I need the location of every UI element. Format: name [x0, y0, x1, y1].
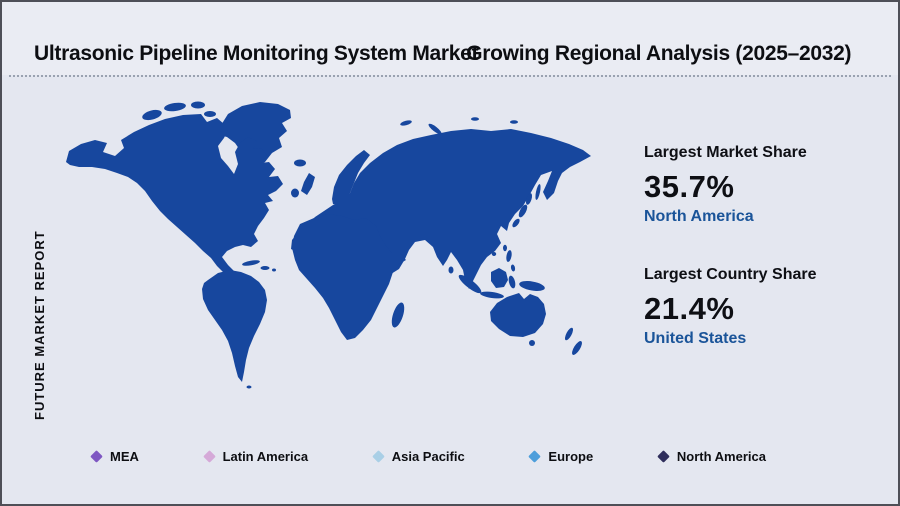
stat-value: 35.7% [644, 169, 735, 204]
map-iceland [294, 159, 306, 167]
legend-item-latin-america: Latin America [202, 449, 309, 464]
map-java [480, 291, 504, 299]
world-map-landmass [66, 101, 591, 389]
diamond-marker-icon [371, 450, 385, 463]
stats-panel: Largest Market Share 35.7% North America… [644, 144, 894, 348]
legend-item-mea: MEA [90, 449, 139, 464]
map-philippines [506, 250, 512, 262]
legend: MEA Latin America Asia Pacific Europe No… [90, 449, 766, 464]
map-cuba [242, 260, 260, 266]
stat-region: United States [644, 330, 747, 347]
diamond-marker-icon [202, 450, 216, 463]
stat-value: 21.4% [644, 291, 735, 326]
legend-label: Asia Pacific [391, 449, 465, 464]
map-south-america [202, 270, 267, 382]
stat-label: Largest Country Share [644, 266, 817, 283]
map-tasmania [529, 340, 535, 346]
stat-largest-market-share: Largest Market Share 35.7% North America [644, 144, 894, 226]
stat-largest-country-share: Largest Country Share 21.4% United State… [644, 266, 894, 348]
map-australia [490, 293, 546, 337]
legend-item-asia-pacific: Asia Pacific [371, 449, 465, 464]
legend-item-europe: Europe [528, 449, 594, 464]
map-madagascar [391, 302, 405, 328]
page-title: Ultrasonic Pipeline Monitoring System Ma… [34, 42, 851, 66]
legend-item-north-america: North America [657, 449, 766, 464]
infographic-page: Ultrasonic Pipeline Monitoring System Ma… [0, 0, 900, 506]
map-new-guinea [519, 281, 545, 291]
diamond-marker-icon [90, 450, 103, 463]
page-title-analysis: Growing Regional Analysis (2025–2032) [466, 42, 852, 65]
diamond-marker-icon [528, 450, 542, 463]
brand-vertical-label: FUTURE MARKET REPORT [32, 230, 47, 420]
page-title-market: Ultrasonic Pipeline Monitoring System Ma… [34, 42, 479, 65]
world-map [66, 101, 591, 389]
legend-label: North America [676, 449, 766, 464]
map-new-zealand [564, 327, 574, 341]
dotted-divider [9, 75, 891, 77]
legend-label: MEA [110, 449, 139, 464]
map-sulawesi [508, 275, 516, 289]
legend-label: Europe [548, 449, 594, 464]
map-north-america [66, 114, 283, 295]
legend-label: Latin America [222, 449, 309, 464]
map-borneo [491, 268, 508, 288]
diamond-marker-icon [657, 450, 670, 463]
stat-label: Largest Market Share [644, 144, 807, 161]
map-uk [301, 173, 315, 195]
stat-region: North America [644, 208, 754, 225]
